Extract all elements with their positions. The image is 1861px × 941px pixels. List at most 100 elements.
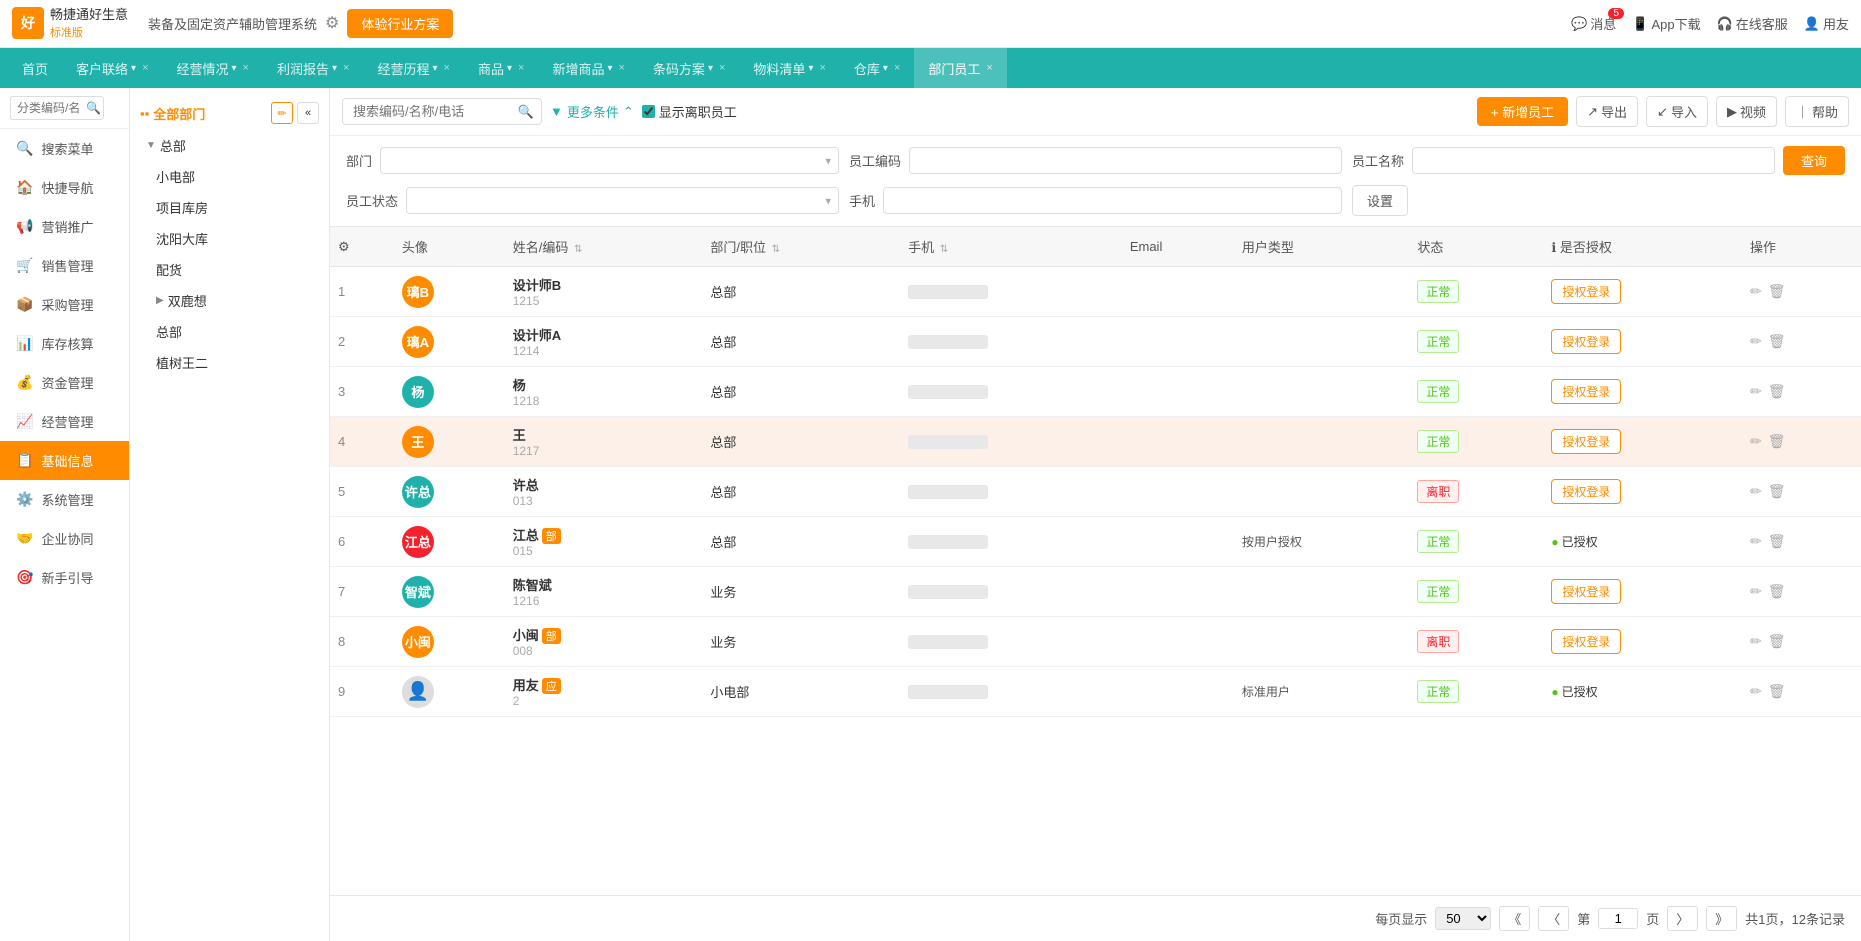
dept-tree-item-projectroom[interactable]: 项目库房	[130, 192, 329, 223]
cell-actions: ✏ 🗑	[1742, 517, 1861, 567]
cell-auth: ●已授权	[1543, 667, 1742, 717]
export-button[interactable]: ↗ 导出	[1576, 96, 1638, 127]
more-conditions-button[interactable]: ▼ 更多条件 ⌃	[550, 102, 634, 121]
search-button[interactable]: 查询	[1783, 146, 1845, 175]
edit-icon[interactable]: ✏	[1750, 533, 1762, 550]
dept-tree-item-xiaodibu[interactable]: 小电部	[130, 161, 329, 192]
next-page-button[interactable]: 〉	[1667, 906, 1698, 931]
auth-button[interactable]: 授权登录	[1551, 479, 1621, 504]
dept-select[interactable]	[380, 147, 839, 174]
name-sort-icon[interactable]: ⇅	[574, 244, 582, 255]
sidebar-item-sales[interactable]: 🛒销售管理	[0, 246, 129, 285]
notification-bell[interactable]: 💬 消息 5	[1571, 14, 1616, 33]
dept-tree-item-peihuo[interactable]: 配货	[130, 254, 329, 285]
delete-icon[interactable]: 🗑	[1768, 583, 1786, 600]
experience-button[interactable]: 体验行业方案	[347, 9, 453, 38]
delete-icon[interactable]: 🗑	[1768, 683, 1786, 700]
status-select[interactable]	[406, 187, 839, 214]
edit-icon[interactable]: ✏	[1750, 333, 1762, 350]
page-number-input[interactable]	[1598, 908, 1638, 929]
cell-dept: 总部	[702, 367, 900, 417]
edit-icon[interactable]: ✏	[1750, 433, 1762, 450]
tab-home[interactable]: 首页	[8, 48, 62, 88]
edit-icon[interactable]: ✏	[1750, 683, 1762, 700]
phone-sort-icon[interactable]: ⇅	[940, 244, 948, 255]
settings-gear-button[interactable]: ⚙	[325, 13, 339, 33]
edit-icon[interactable]: ✏	[1750, 483, 1762, 500]
employee-search-input[interactable]	[342, 98, 542, 125]
delete-icon[interactable]: 🗑	[1768, 483, 1786, 500]
delete-icon[interactable]: 🗑	[1768, 533, 1786, 550]
empname-input[interactable]	[1412, 147, 1775, 174]
app-download-link[interactable]: 📱 App下载	[1632, 14, 1700, 33]
page-size-select[interactable]: 50 20 100	[1435, 907, 1491, 930]
tab-bom[interactable]: 物料清单▾×	[739, 48, 839, 88]
auth-button[interactable]: 授权登录	[1551, 379, 1621, 404]
empcode-input[interactable]	[909, 147, 1342, 174]
dept-tree-item-zongbu[interactable]: 总部	[130, 316, 329, 347]
tab-goods[interactable]: 商品▾×	[464, 48, 538, 88]
cell-auth: 授权登录	[1543, 317, 1742, 367]
sidebar-item-system[interactable]: ⚙️系统管理	[0, 480, 129, 519]
sidebar-item-enterprise[interactable]: 🤝企业协同	[0, 519, 129, 558]
online-service-link[interactable]: 🎧 在线客服	[1717, 14, 1788, 33]
tab-department[interactable]: 部门员工×	[914, 48, 1006, 88]
edit-icon[interactable]: ✏	[1750, 383, 1762, 400]
sidebar-item-purchase[interactable]: 📦采购管理	[0, 285, 129, 324]
import-button[interactable]: ↙ 导入	[1646, 96, 1708, 127]
user-menu[interactable]: 👤 用友	[1804, 14, 1849, 33]
auth-button[interactable]: 授权登录	[1551, 629, 1621, 654]
sidebar-item-inventory[interactable]: 📊库存核算	[0, 324, 129, 363]
sidebar-item-marketing[interactable]: 📢营销推广	[0, 207, 129, 246]
sidebar-item-guide[interactable]: 🎯新手引导	[0, 558, 129, 597]
cell-usertype	[1234, 317, 1410, 367]
delete-icon[interactable]: 🗑	[1768, 433, 1786, 450]
delete-icon[interactable]: 🗑	[1768, 283, 1786, 300]
dept-sort-icon[interactable]: ⇅	[772, 244, 780, 255]
delete-icon[interactable]: 🗑	[1768, 633, 1786, 650]
show-resigned-checkbox[interactable]: 显示离职员工	[642, 102, 737, 121]
dept-tree-item-zhushu[interactable]: 植树王二	[130, 347, 329, 378]
tab-new-goods[interactable]: 新增商品▾×	[538, 48, 638, 88]
edit-icon[interactable]: ✏	[1750, 633, 1762, 650]
add-employee-button[interactable]: + 新增员工	[1477, 97, 1568, 126]
dept-badge: 部	[542, 628, 561, 644]
delete-icon[interactable]: 🗑	[1768, 333, 1786, 350]
reset-button[interactable]: 设置	[1352, 185, 1408, 216]
sidebar-item-basic-info[interactable]: 📋基础信息	[0, 441, 129, 480]
tab-customer[interactable]: 客户联络▾×	[62, 48, 162, 88]
tab-profit[interactable]: 利润报告▾×	[263, 48, 363, 88]
auth-button[interactable]: 授权登录	[1551, 429, 1621, 454]
edit-icon[interactable]: ✏	[1750, 583, 1762, 600]
view-icon: ▶	[1727, 104, 1737, 120]
prev-page-button[interactable]: 〈	[1538, 906, 1569, 931]
tab-warehouse[interactable]: 仓库▾×	[840, 48, 914, 88]
dept-tree-item-shuanglu[interactable]: ▶ 双鹿想	[130, 285, 329, 316]
dept-tree-collapse-btn[interactable]: «	[297, 102, 319, 124]
system-title: 装备及固定资产辅助管理系统	[148, 14, 317, 33]
column-settings-icon[interactable]: ⚙	[338, 239, 350, 254]
phone-input[interactable]	[883, 187, 1342, 214]
auth-button[interactable]: 授权登录	[1551, 279, 1621, 304]
tab-history[interactable]: 经营历程▾×	[363, 48, 463, 88]
last-page-button[interactable]: 》	[1706, 906, 1737, 931]
sidebar-item-quick-nav[interactable]: 🏠快捷导航	[0, 168, 129, 207]
auth-button[interactable]: 授权登录	[1551, 329, 1621, 354]
delete-icon[interactable]: 🗑	[1768, 383, 1786, 400]
first-page-button[interactable]: 《	[1499, 906, 1530, 931]
help-button[interactable]: ｜ 帮助	[1785, 96, 1849, 127]
tab-operations[interactable]: 经营情况▾×	[163, 48, 263, 88]
sidebar-item-operations[interactable]: 📈经营管理	[0, 402, 129, 441]
th-settings: ⚙	[330, 227, 394, 267]
sidebar-item-finance[interactable]: 💰资金管理	[0, 363, 129, 402]
sidebar-item-search[interactable]: 🔍搜索菜单	[0, 129, 129, 168]
logo-icon: 好	[12, 7, 44, 39]
dept-tree-edit-btn[interactable]: ✏	[271, 102, 293, 124]
dept-tree-item-general[interactable]: ▼ 总部	[130, 130, 329, 161]
dept-tree-item-shenyang[interactable]: 沈阳大库	[130, 223, 329, 254]
cell-actions: ✏ 🗑	[1742, 267, 1861, 317]
edit-icon[interactable]: ✏	[1750, 283, 1762, 300]
auth-button[interactable]: 授权登录	[1551, 579, 1621, 604]
view-button[interactable]: ▶ 视频	[1716, 96, 1777, 127]
tab-barcode[interactable]: 条码方案▾×	[639, 48, 739, 88]
